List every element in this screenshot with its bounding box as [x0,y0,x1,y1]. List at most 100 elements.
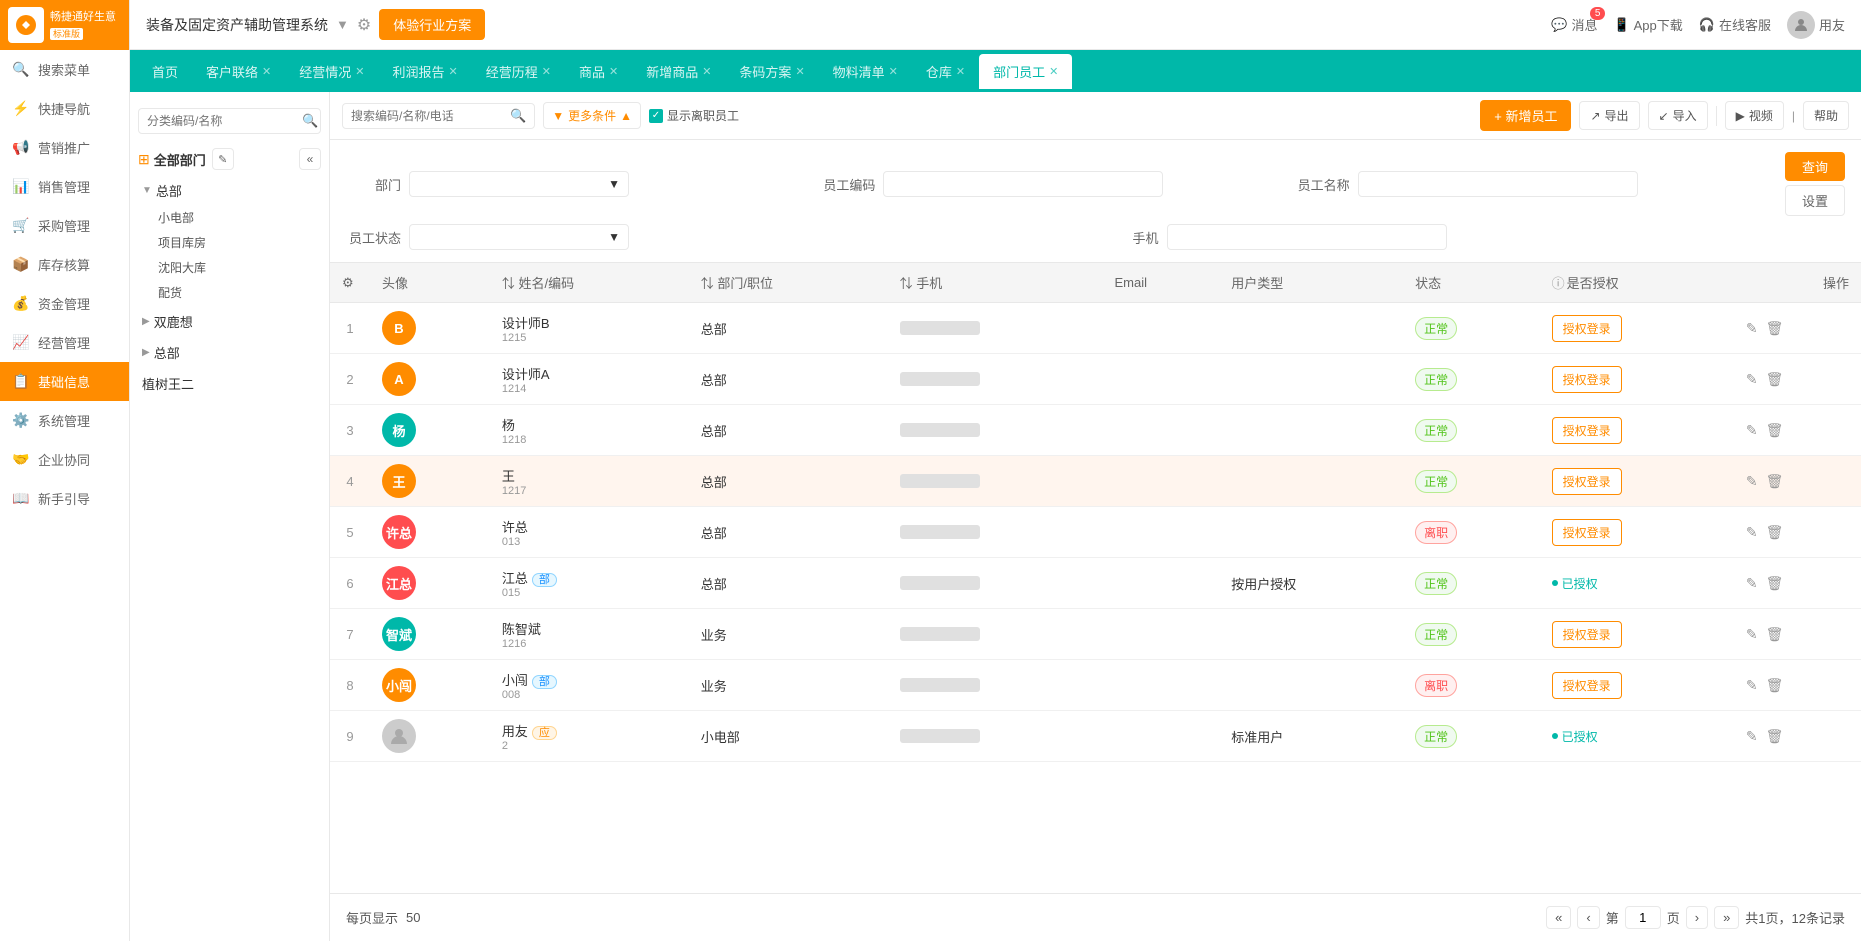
dept-group-toggle3[interactable]: ▶ 总部 [134,338,325,367]
trial-button[interactable]: 体验行业方案 [379,9,485,40]
dept-group-toggle[interactable]: ▼ 总部 [134,176,325,205]
tab-add-goods[interactable]: 新增商品 ✕ [632,54,725,89]
first-page-button[interactable]: « [1546,906,1571,929]
reset-button[interactable]: 设置 [1785,185,1845,216]
close-icon[interactable]: ✕ [542,65,551,78]
delete-button[interactable]: 🗑 [1766,575,1784,592]
auth-button[interactable]: 授权登录 [1552,417,1622,444]
dept-search-icon[interactable]: 🔍 [302,113,318,129]
dept-child-shenyang[interactable]: 沈阳大库 [134,255,325,280]
sidebar-item-inventory[interactable]: 📦 库存核算 [0,245,129,284]
dept-child-xiaodian[interactable]: 小电部 [134,205,325,230]
edit-button[interactable]: ✎ [1746,677,1758,694]
tab-biz-history[interactable]: 经营历程 ✕ [472,54,565,89]
sidebar-item-operation[interactable]: 📈 经营管理 [0,323,129,362]
col-settings[interactable]: ⚙ [330,263,370,303]
edit-button[interactable]: ✎ [1746,524,1758,541]
status-filter-select[interactable]: ▼ [409,224,629,250]
delete-button[interactable]: 🗑 [1766,728,1784,745]
show-resigned-toggle[interactable]: ✓ 显示离职员工 [649,107,739,124]
add-employee-button[interactable]: + 新增员工 [1480,100,1571,131]
edit-button[interactable]: ✎ [1746,626,1758,643]
sidebar-item-finance[interactable]: 💰 资金管理 [0,284,129,323]
dept-group-toggle2[interactable]: ▶ 双鹿想 [134,307,325,336]
auth-button[interactable]: 授权登录 [1552,672,1622,699]
tab-barcode[interactable]: 条码方案 ✕ [725,54,818,89]
prev-page-button[interactable]: ‹ [1577,906,1599,929]
tab-home[interactable]: 首页 [138,54,192,89]
next-page-button[interactable]: › [1686,906,1708,929]
tab-customer[interactable]: 客户联络 ✕ [192,54,285,89]
dept-group-toggle4[interactable]: 植树王二 [134,369,325,398]
settings-icon[interactable]: ⚙ [357,15,371,35]
more-filter-button[interactable]: ▼ 更多条件 ▲ [543,102,641,129]
query-button[interactable]: 查询 [1785,152,1845,181]
delete-button[interactable]: 🗑 [1766,320,1784,337]
delete-button[interactable]: 🗑 [1766,524,1784,541]
close-icon[interactable]: ✕ [609,65,618,78]
col-dept[interactable]: ⇅ 部门/职位 [689,263,888,303]
close-icon[interactable]: ✕ [889,65,898,78]
sidebar-item-sales[interactable]: 📊 销售管理 [0,167,129,206]
empname-filter-input[interactable] [1358,171,1638,197]
tab-profit[interactable]: 利润报告 ✕ [378,54,471,89]
help-button[interactable]: 帮助 [1803,101,1849,130]
delete-button[interactable]: 🗑 [1766,626,1784,643]
view-button[interactable]: ▶ 视频 [1725,101,1784,130]
tab-warehouse[interactable]: 仓库 ✕ [912,54,979,89]
all-dept-label[interactable]: 全部部门 [154,150,206,169]
edit-button[interactable]: ✎ [1746,320,1758,337]
sidebar-item-search[interactable]: 🔍 搜索菜单 [0,50,129,89]
edit-button[interactable]: ✎ [1746,422,1758,439]
close-icon[interactable]: ✕ [262,65,271,78]
sidebar-item-guide[interactable]: 📖 新手引导 [0,479,129,518]
close-icon[interactable]: ✕ [449,65,458,78]
dept-search-input[interactable] [147,114,302,128]
auth-button[interactable]: 授权登录 [1552,468,1622,495]
tab-goods[interactable]: 商品 ✕ [565,54,632,89]
auth-button[interactable]: 授权登录 [1552,366,1622,393]
dept-collapse-btn[interactable]: « [299,148,321,170]
auth-button[interactable]: 授权登录 [1552,621,1622,648]
auth-button[interactable]: 授权登录 [1552,315,1622,342]
import-button[interactable]: ↙ 导入 [1648,101,1708,130]
close-icon[interactable]: ✕ [956,65,965,78]
delete-button[interactable]: 🗑 [1766,371,1784,388]
tab-bom[interactable]: 物料清单 ✕ [819,54,912,89]
edit-button[interactable]: ✎ [1746,473,1758,490]
sidebar-item-collab[interactable]: 🤝 企业协同 [0,440,129,479]
close-icon[interactable]: ✕ [702,65,711,78]
dept-filter-select[interactable]: ▼ [409,171,629,197]
dept-child-peihuo[interactable]: 配货 [134,280,325,305]
tab-operation-status[interactable]: 经营情况 ✕ [285,54,378,89]
export-button[interactable]: ↗ 导出 [1579,101,1639,130]
edit-button[interactable]: ✎ [1746,575,1758,592]
sidebar-item-purchase[interactable]: 🛒 采购管理 [0,206,129,245]
close-icon[interactable]: ✕ [795,65,804,78]
delete-button[interactable]: 🗑 [1766,422,1784,439]
close-icon[interactable]: ✕ [355,65,364,78]
edit-button[interactable]: ✎ [1746,728,1758,745]
sidebar-item-marketing[interactable]: 📢 营销推广 [0,128,129,167]
user-area[interactable]: 用友 [1787,11,1845,39]
auth-button[interactable]: 授权登录 [1552,519,1622,546]
last-page-button[interactable]: » [1714,906,1739,929]
message-button[interactable]: 💬 消息 5 [1551,15,1597,34]
col-phone[interactable]: ⇅ 手机 [888,263,1103,303]
page-input[interactable] [1625,906,1661,929]
search-icon[interactable]: 🔍 [510,108,526,124]
dept-edit-icon[interactable]: ✎ [212,148,234,170]
online-service-button[interactable]: 🎧 在线客服 [1699,15,1771,34]
app-download-button[interactable]: 📱 App下载 [1613,15,1682,34]
edit-button[interactable]: ✎ [1746,371,1758,388]
chevron-down-icon[interactable]: ▼ [336,17,349,32]
sidebar-item-quicknav[interactable]: ⚡ 快捷导航 [0,89,129,128]
tab-employees[interactable]: 部门员工 ✕ [979,54,1072,89]
search-input[interactable] [351,109,506,123]
close-icon[interactable]: ✕ [1049,65,1058,78]
phone-filter-input[interactable] [1167,224,1447,250]
empcode-filter-input[interactable] [883,171,1163,197]
delete-button[interactable]: 🗑 [1766,677,1784,694]
col-name[interactable]: ⇅ 姓名/编码 [490,263,689,303]
sidebar-item-basic[interactable]: 📋 基础信息 [0,362,129,401]
